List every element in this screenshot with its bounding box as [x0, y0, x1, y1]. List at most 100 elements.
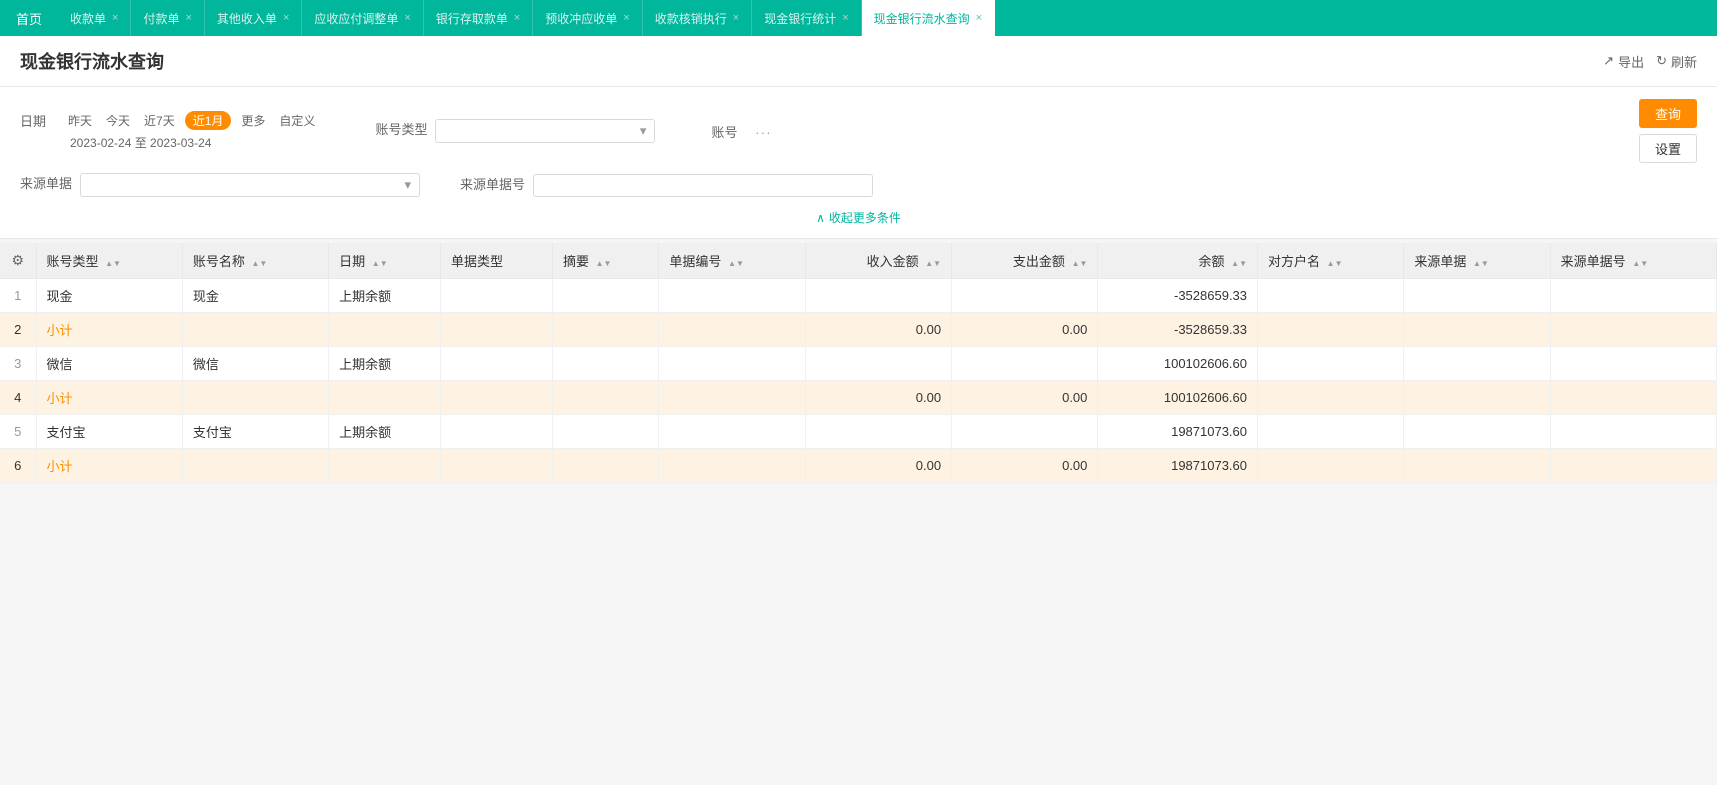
cell-doc-no [659, 449, 805, 483]
gear-icon[interactable]: ⚙ [11, 252, 24, 268]
nav-tab-3[interactable]: 应收应付调整单 × [302, 0, 423, 36]
close-icon-0[interactable]: × [112, 12, 118, 24]
cell-income: 0.00 [805, 313, 951, 347]
nav-tab-5[interactable]: 预收冲应收单 × [533, 0, 642, 36]
refresh-button[interactable]: ↻ 刷新 [1656, 52, 1697, 71]
collapse-label: 收起更多条件 [829, 209, 901, 226]
sort-icon-account-type[interactable]: ▲▼ [105, 260, 121, 268]
cell-expense [952, 347, 1098, 381]
source-doc-no-input[interactable] [533, 174, 873, 197]
collapse-bar[interactable]: ∧ 收起更多条件 [20, 205, 1697, 230]
close-icon-4[interactable]: × [514, 12, 520, 24]
nav-tab-2[interactable]: 其他收入单 × [205, 0, 302, 36]
account-group: 账号 ... [711, 122, 772, 141]
table-row: 4 小计 0.00 0.00 100102606.60 [0, 381, 1717, 415]
sort-icon-account-name[interactable]: ▲▼ [251, 260, 267, 268]
source-doc-no-label: 来源单据号 [460, 174, 525, 193]
cell-doc-type [441, 279, 553, 313]
nav-tab-label-5: 预收冲应收单 [545, 10, 617, 27]
nav-tab-0[interactable]: 收款单 × [58, 0, 131, 36]
nav-tab-7[interactable]: 现金银行统计 × [752, 0, 861, 36]
account-type-label: 账号类型 [375, 119, 427, 138]
sort-icon-balance[interactable]: ▲▼ [1231, 260, 1247, 268]
cell-balance: 100102606.60 [1098, 381, 1258, 415]
cell-doc-type [441, 313, 553, 347]
source-doc-label: 来源单据 [20, 173, 72, 192]
chevron-up-icon: ∧ [816, 211, 825, 225]
nav-home[interactable]: 首页 [0, 0, 58, 36]
today-btn[interactable]: 今天 [102, 111, 134, 130]
sort-icon-source-doc[interactable]: ▲▼ [1473, 260, 1489, 268]
close-icon-8[interactable]: × [976, 12, 982, 24]
th-account-name: 账号名称 ▲▼ [182, 243, 328, 279]
cell-account-name: 支付宝 [182, 415, 328, 449]
close-icon-3[interactable]: × [404, 12, 410, 24]
th-doc-type: 单据类型 [441, 243, 553, 279]
cell-source-doc-no [1550, 381, 1716, 415]
cell-account-type: 小计 [36, 313, 182, 347]
cell-account-name [182, 313, 328, 347]
cell-income: 0.00 [805, 449, 951, 483]
th-account-name-label: 账号名称 [193, 254, 245, 269]
cell-summary [552, 313, 658, 347]
cell-source-doc [1404, 449, 1550, 483]
query-button[interactable]: 查询 [1639, 99, 1697, 128]
sort-icon-expense[interactable]: ▲▼ [1072, 260, 1088, 268]
chevron-down-icon2: ▾ [404, 177, 411, 193]
nav-tab-6[interactable]: 收款核销执行 × [643, 0, 752, 36]
cell-income [805, 415, 951, 449]
th-source-doc-no: 来源单据号 ▲▼ [1550, 243, 1716, 279]
close-icon-7[interactable]: × [842, 12, 848, 24]
table-container: ⚙ 账号类型 ▲▼ 账号名称 ▲▼ 日期 ▲▼ 单据类型 摘 [0, 243, 1717, 483]
cell-summary [552, 415, 658, 449]
date-range-display: 2023-02-24 至 2023-03-24 [70, 134, 319, 151]
cell-doc-type [441, 415, 553, 449]
cell-account-name [182, 449, 328, 483]
cell-source-doc [1404, 381, 1550, 415]
account-dots[interactable]: ... [755, 122, 772, 137]
gear-column-header: ⚙ [0, 243, 36, 279]
page-header: 现金银行流水查询 ↗ 导出 ↻ 刷新 [0, 36, 1717, 87]
source-doc-select[interactable]: ▾ [80, 173, 420, 197]
sort-icon-summary[interactable]: ▲▼ [596, 260, 612, 268]
source-doc-no-group: 来源单据号 [460, 174, 873, 197]
th-source-doc-label: 来源单据 [1414, 254, 1466, 269]
nav-tab-1[interactable]: 付款单 × [131, 0, 204, 36]
close-icon-1[interactable]: × [185, 12, 191, 24]
custom-btn[interactable]: 自定义 [275, 111, 319, 130]
cell-account-type: 小计 [36, 449, 182, 483]
account-type-select[interactable]: ▾ [435, 119, 655, 143]
close-icon-5[interactable]: × [623, 12, 629, 24]
yesterday-btn[interactable]: 昨天 [64, 111, 96, 130]
nav-tab-4[interactable]: 银行存取款单 × [424, 0, 533, 36]
cell-doc-no [659, 347, 805, 381]
th-counterpart-label: 对方户名 [1268, 254, 1320, 269]
cell-balance: -3528659.33 [1098, 313, 1258, 347]
close-icon-2[interactable]: × [283, 12, 289, 24]
settings-button[interactable]: 设置 [1639, 134, 1697, 163]
sort-icon-date[interactable]: ▲▼ [372, 260, 388, 268]
th-account-type-label: 账号类型 [47, 254, 99, 269]
close-icon-6[interactable]: × [733, 12, 739, 24]
nav-tab-label-4: 银行存取款单 [436, 10, 508, 27]
cell-expense: 0.00 [952, 313, 1098, 347]
table-body: 1 现金 现金 上期余额 -3528659.33 2 小计 0.00 0.00 … [0, 279, 1717, 483]
cell-summary [552, 381, 658, 415]
sort-icon-counterpart[interactable]: ▲▼ [1327, 260, 1343, 268]
cell-doc-no [659, 279, 805, 313]
table-row: 5 支付宝 支付宝 上期余额 19871073.60 [0, 415, 1717, 449]
nav-tab-8[interactable]: 现金银行流水查询 × [862, 0, 995, 36]
filter-area: 日期 昨天 今天 近7天 近1月 更多 自定义 2023-02-24 至 202… [0, 87, 1717, 239]
sort-icon-doc-no[interactable]: ▲▼ [728, 260, 744, 268]
near1month-btn[interactable]: 近1月 [185, 111, 232, 130]
cell-source-doc [1404, 313, 1550, 347]
table-header: ⚙ 账号类型 ▲▼ 账号名称 ▲▼ 日期 ▲▼ 单据类型 摘 [0, 243, 1717, 279]
near7-btn[interactable]: 近7天 [140, 111, 179, 130]
th-account-type: 账号类型 ▲▼ [36, 243, 182, 279]
sort-icon-source-doc-no[interactable]: ▲▼ [1632, 260, 1648, 268]
refresh-icon: ↻ [1656, 53, 1667, 69]
export-button[interactable]: ↗ 导出 [1603, 52, 1644, 71]
more-btn[interactable]: 更多 [237, 111, 269, 130]
th-balance-label: 余额 [1199, 254, 1225, 269]
sort-icon-income[interactable]: ▲▼ [925, 260, 941, 268]
